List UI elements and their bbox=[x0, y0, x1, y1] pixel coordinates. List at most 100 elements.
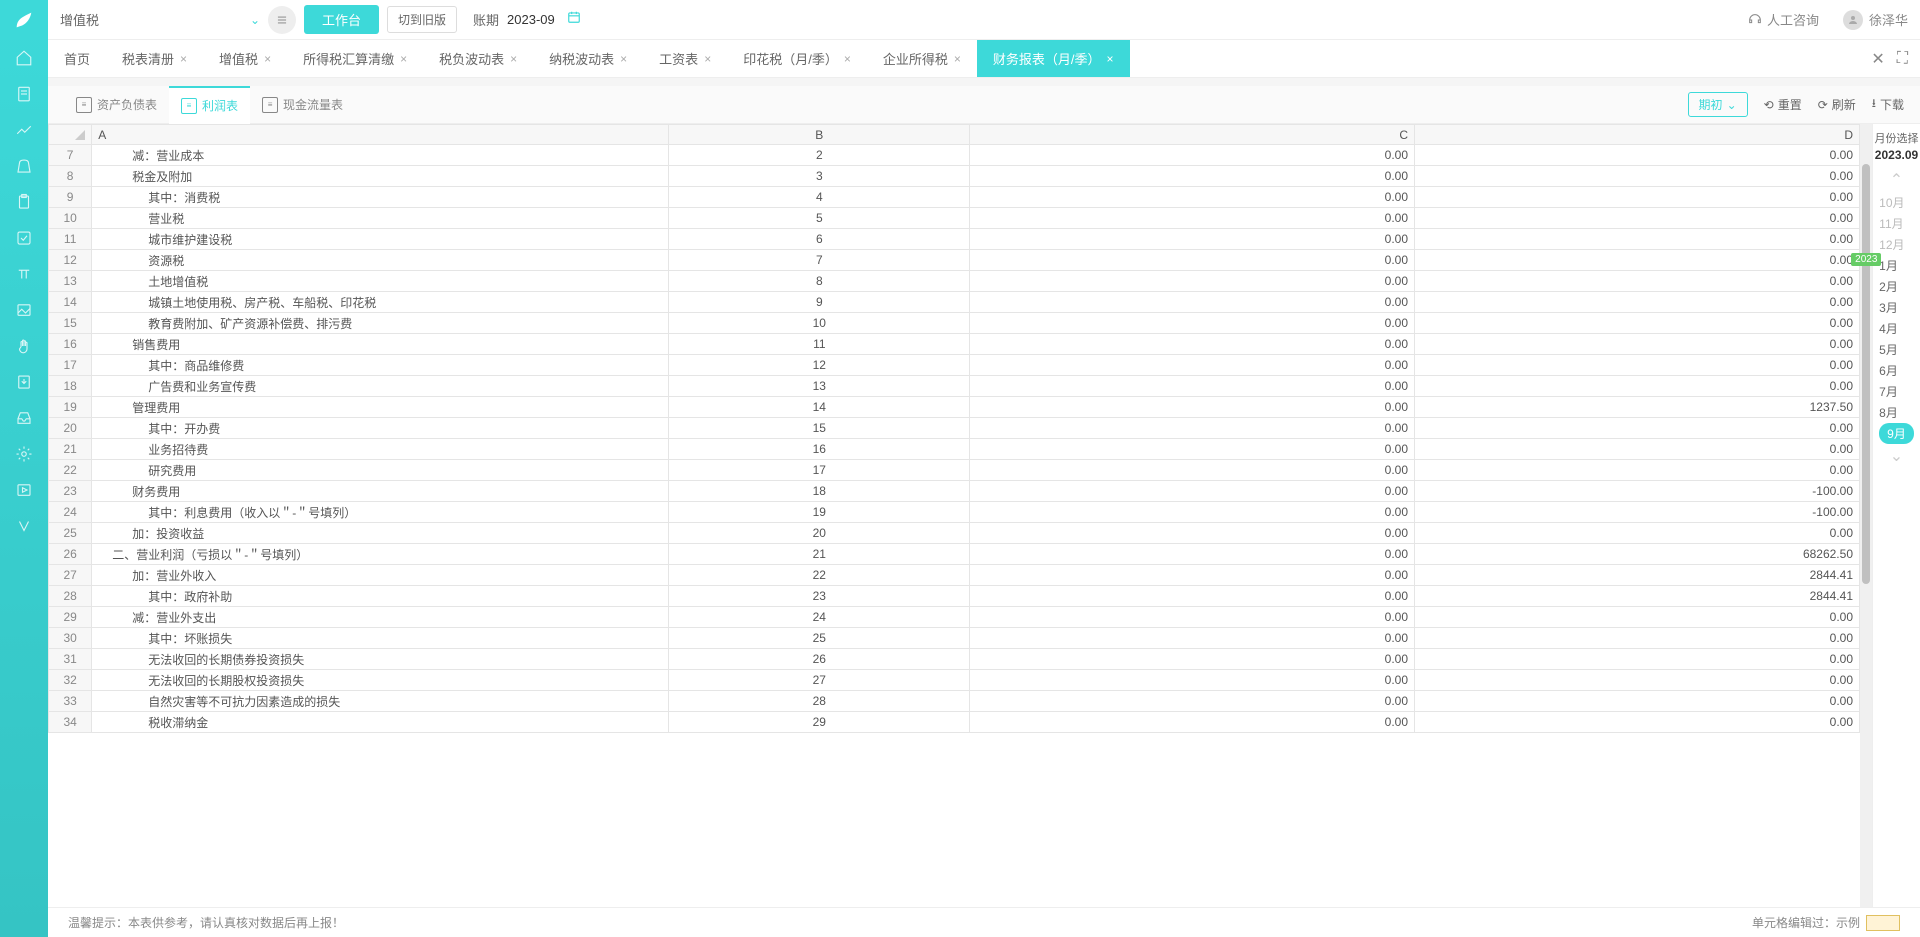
cell[interactable]: 28 bbox=[669, 691, 970, 712]
period-init-button[interactable]: 期初 ⌄ bbox=[1688, 92, 1748, 117]
row-header[interactable]: 11 bbox=[49, 229, 92, 250]
cell[interactable]: 0.00 bbox=[970, 670, 1415, 691]
cell[interactable]: 2844.41 bbox=[1415, 565, 1860, 586]
consult-button[interactable]: 人工咨询 bbox=[1747, 10, 1819, 29]
tab-8[interactable]: 企业所得税× bbox=[867, 40, 977, 77]
cell[interactable]: 减：营业外支出 bbox=[92, 607, 669, 628]
tab-9[interactable]: 财务报表（月/季）× bbox=[977, 40, 1130, 77]
cell[interactable]: 资源税 bbox=[92, 250, 669, 271]
cell[interactable]: 教育费附加、矿产资源补偿费、排污费 bbox=[92, 313, 669, 334]
cell[interactable]: 3 bbox=[669, 166, 970, 187]
cell[interactable]: 0.00 bbox=[1415, 250, 1860, 271]
cell[interactable]: 营业税 bbox=[92, 208, 669, 229]
month-option[interactable]: 2月 bbox=[1879, 276, 1914, 297]
close-all-icon[interactable]: ✕ bbox=[1871, 49, 1884, 69]
row-header[interactable]: 28 bbox=[49, 586, 92, 607]
month-option[interactable]: 5月 bbox=[1879, 339, 1914, 360]
corner-cell[interactable] bbox=[49, 125, 92, 145]
cell[interactable]: 9 bbox=[669, 292, 970, 313]
close-icon[interactable]: × bbox=[400, 52, 407, 66]
row-header[interactable]: 23 bbox=[49, 481, 92, 502]
month-option[interactable]: 10月 bbox=[1879, 192, 1914, 213]
cell[interactable]: 4 bbox=[669, 187, 970, 208]
row-header[interactable]: 17 bbox=[49, 355, 92, 376]
cell[interactable]: 10 bbox=[669, 313, 970, 334]
cell[interactable]: 0.00 bbox=[970, 229, 1415, 250]
month-option[interactable]: 3月 bbox=[1879, 297, 1914, 318]
cell[interactable]: 0.00 bbox=[970, 334, 1415, 355]
cell[interactable]: -100.00 bbox=[1415, 502, 1860, 523]
row-header[interactable]: 19 bbox=[49, 397, 92, 418]
cell[interactable]: 13 bbox=[669, 376, 970, 397]
cell[interactable]: 0.00 bbox=[1415, 670, 1860, 691]
cell[interactable]: 19 bbox=[669, 502, 970, 523]
cell[interactable]: 税金及附加 bbox=[92, 166, 669, 187]
cell[interactable]: 26 bbox=[669, 649, 970, 670]
cell[interactable]: 18 bbox=[669, 481, 970, 502]
row-header[interactable]: 30 bbox=[49, 628, 92, 649]
row-header[interactable]: 25 bbox=[49, 523, 92, 544]
cell[interactable]: 0.00 bbox=[970, 292, 1415, 313]
tab-1[interactable]: 税表清册× bbox=[106, 40, 203, 77]
row-header[interactable]: 26 bbox=[49, 544, 92, 565]
close-icon[interactable]: × bbox=[510, 52, 517, 66]
cell[interactable]: 0.00 bbox=[970, 145, 1415, 166]
reset-button[interactable]: ⟲重置 bbox=[1764, 96, 1802, 113]
cell[interactable]: 14 bbox=[669, 397, 970, 418]
expand-icon[interactable]: ⛶ bbox=[1897, 50, 1908, 68]
nav-export-icon[interactable] bbox=[0, 364, 48, 400]
cell[interactable]: 0.00 bbox=[970, 439, 1415, 460]
scrollbar-thumb[interactable] bbox=[1862, 164, 1870, 584]
row-header[interactable]: 20 bbox=[49, 418, 92, 439]
nav-clipboard-icon[interactable] bbox=[0, 184, 48, 220]
tab-3[interactable]: 所得税汇算清缴× bbox=[287, 40, 423, 77]
cell[interactable]: 23 bbox=[669, 586, 970, 607]
cell[interactable]: 68262.50 bbox=[1415, 544, 1860, 565]
month-option[interactable]: 9月 bbox=[1879, 423, 1914, 444]
row-header[interactable]: 12 bbox=[49, 250, 92, 271]
cell[interactable]: 0.00 bbox=[970, 586, 1415, 607]
cell[interactable]: 业务招待费 bbox=[92, 439, 669, 460]
cell[interactable]: 0.00 bbox=[1415, 229, 1860, 250]
cell[interactable]: 8 bbox=[669, 271, 970, 292]
cell[interactable]: 管理费用 bbox=[92, 397, 669, 418]
row-header[interactable]: 16 bbox=[49, 334, 92, 355]
row-header[interactable]: 9 bbox=[49, 187, 92, 208]
nav-doc-icon[interactable] bbox=[0, 76, 48, 112]
cell[interactable]: 0.00 bbox=[970, 523, 1415, 544]
month-option[interactable]: 4月 bbox=[1879, 318, 1914, 339]
tab-2[interactable]: 增值税× bbox=[203, 40, 287, 77]
cell[interactable]: 1237.50 bbox=[1415, 397, 1860, 418]
cell[interactable]: 无法收回的长期股权投资损失 bbox=[92, 670, 669, 691]
tab-7[interactable]: 印花税（月/季）× bbox=[727, 40, 867, 77]
cell[interactable]: 16 bbox=[669, 439, 970, 460]
cell[interactable]: 2844.41 bbox=[1415, 586, 1860, 607]
cell[interactable]: 0.00 bbox=[970, 607, 1415, 628]
month-down-icon[interactable]: ⌄ bbox=[1890, 444, 1903, 468]
close-icon[interactable]: × bbox=[1107, 52, 1114, 66]
cell[interactable]: 0.00 bbox=[1415, 691, 1860, 712]
nav-play-icon[interactable] bbox=[0, 472, 48, 508]
row-header[interactable]: 31 bbox=[49, 649, 92, 670]
row-header[interactable]: 33 bbox=[49, 691, 92, 712]
cell[interactable]: 其中：利息费用（收入以＂-＂号填列） bbox=[92, 502, 669, 523]
nav-check-icon[interactable] bbox=[0, 220, 48, 256]
cell[interactable]: 27 bbox=[669, 670, 970, 691]
nav-pi-icon[interactable] bbox=[0, 256, 48, 292]
month-option[interactable]: 12月 bbox=[1879, 234, 1914, 255]
cell[interactable]: 其中：消费税 bbox=[92, 187, 669, 208]
list-toggle-button[interactable] bbox=[268, 6, 296, 34]
nav-home-icon[interactable] bbox=[0, 40, 48, 76]
nav-image-icon[interactable] bbox=[0, 292, 48, 328]
switch-old-button[interactable]: 切到旧版 bbox=[387, 6, 457, 33]
close-icon[interactable]: × bbox=[180, 52, 187, 66]
cell[interactable]: 0.00 bbox=[1415, 145, 1860, 166]
row-header[interactable]: 32 bbox=[49, 670, 92, 691]
cell[interactable]: 0.00 bbox=[970, 418, 1415, 439]
cell[interactable]: 25 bbox=[669, 628, 970, 649]
cell[interactable]: 其中：坏账损失 bbox=[92, 628, 669, 649]
month-option[interactable]: 1月2023 bbox=[1879, 255, 1914, 276]
tab-6[interactable]: 工资表× bbox=[643, 40, 727, 77]
row-header[interactable]: 14 bbox=[49, 292, 92, 313]
cell[interactable]: 0.00 bbox=[970, 544, 1415, 565]
